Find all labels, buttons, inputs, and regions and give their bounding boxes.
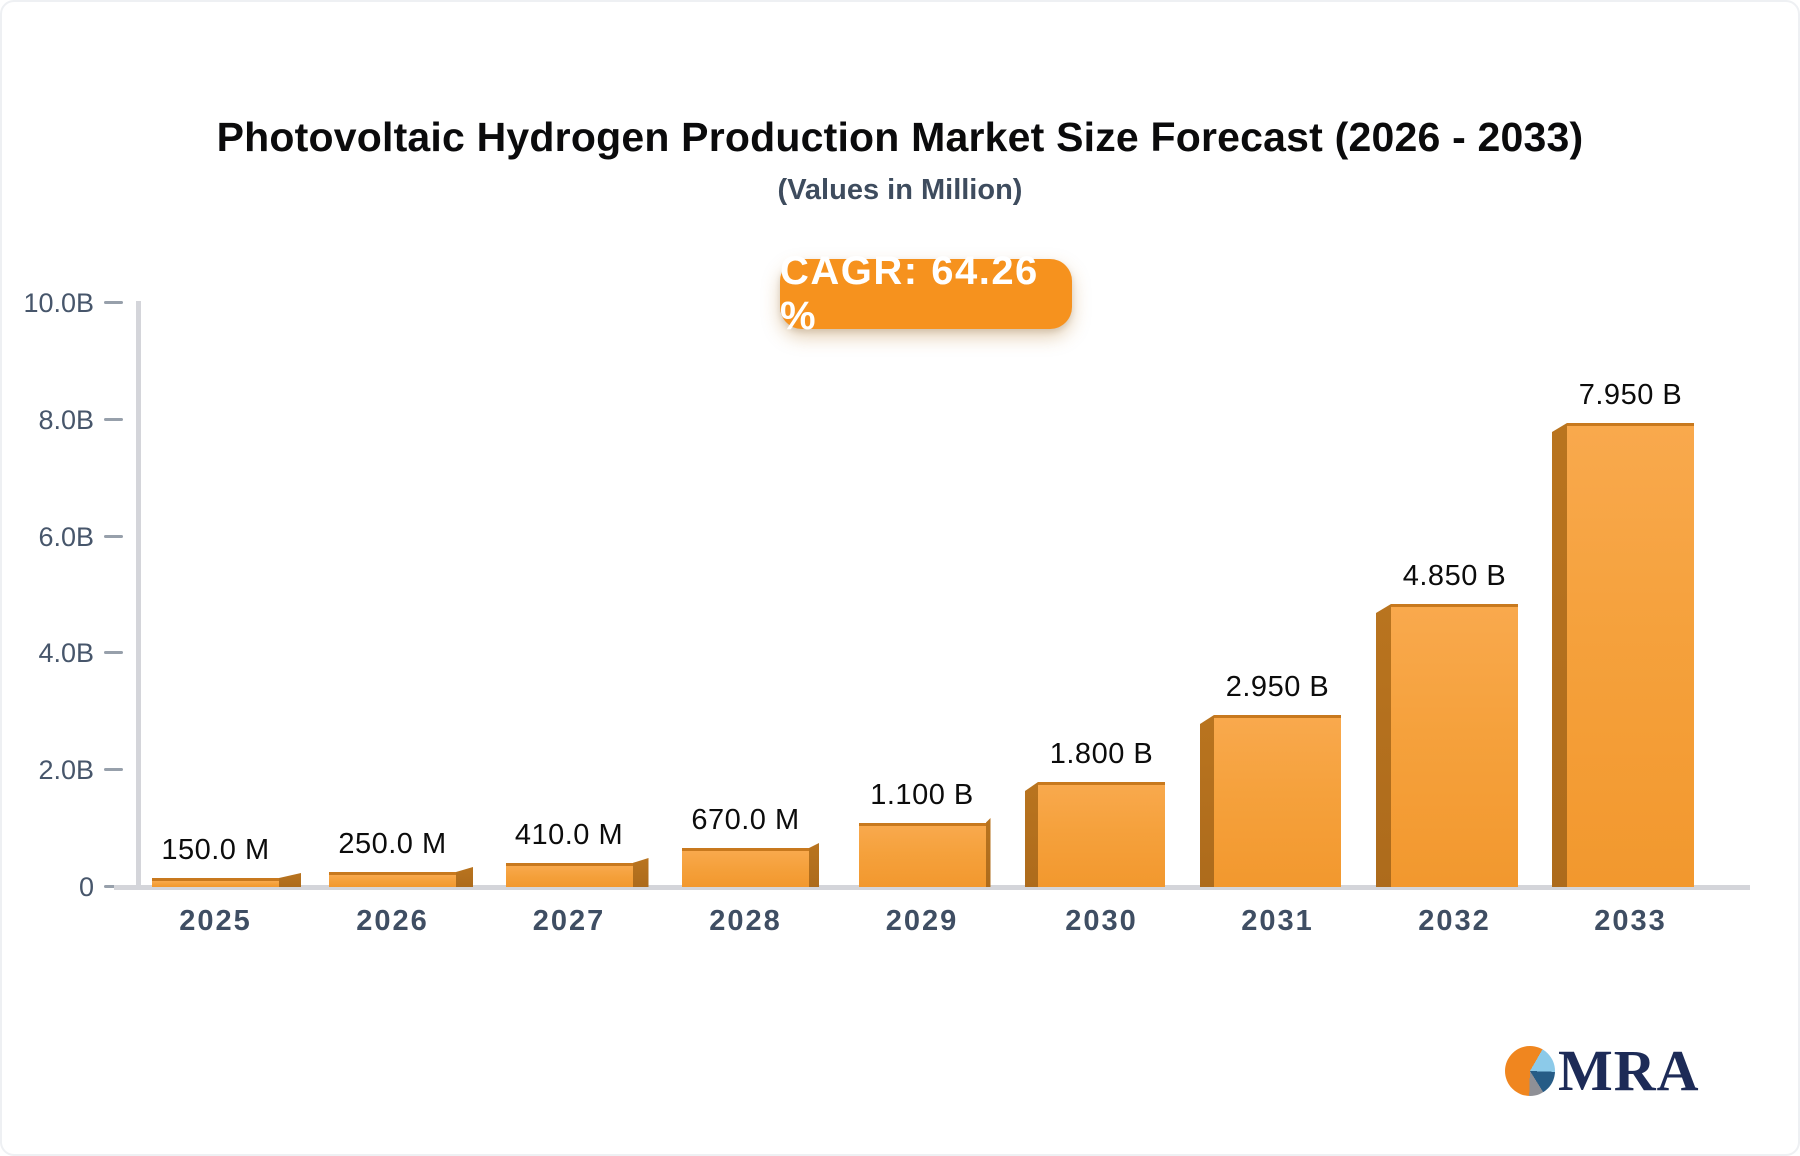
x-axis-label-2028: 2028 xyxy=(709,905,782,937)
bar-side-face-2025 xyxy=(279,873,301,887)
bar-side-face-2031 xyxy=(1200,715,1214,887)
x-axis-label-2025: 2025 xyxy=(179,905,252,937)
bar-value-label-2030: 1.800 B xyxy=(1049,738,1154,770)
bar-side-face-2032 xyxy=(1376,604,1391,887)
y-axis-tick-label: 10.0B xyxy=(23,288,94,318)
chart-canvas: Photovoltaic Hydrogen Production Market … xyxy=(0,0,1800,1156)
bar-value-label-2033: 7.950 B xyxy=(1578,379,1683,411)
y-axis-line xyxy=(136,301,141,890)
brand-logo: MRA xyxy=(1505,1042,1700,1100)
x-axis-label-2032: 2032 xyxy=(1418,905,1491,937)
bar-2030 xyxy=(1038,782,1165,887)
bar-value-label-2031: 2.950 B xyxy=(1225,671,1330,703)
y-axis-tick-mark xyxy=(104,301,123,304)
bar-2028 xyxy=(682,848,809,887)
bar-2025 xyxy=(152,878,279,887)
bar-side-face-2028 xyxy=(809,843,819,887)
bar-value-label-2032: 4.850 B xyxy=(1402,560,1507,592)
x-axis-label-2030: 2030 xyxy=(1065,905,1138,937)
x-axis-label-2026: 2026 xyxy=(356,905,429,937)
bar-2032 xyxy=(1391,604,1518,887)
chart-title: Photovoltaic Hydrogen Production Market … xyxy=(216,114,1584,160)
x-axis-label-2027: 2027 xyxy=(532,905,606,937)
bar-side-face-2030 xyxy=(1025,782,1038,887)
bar-side-face-2033 xyxy=(1552,423,1567,887)
bar-2031 xyxy=(1214,715,1341,887)
x-axis-label-2033: 2033 xyxy=(1594,905,1667,937)
bar-side-face-2027 xyxy=(632,858,649,887)
y-axis-tick-label: 4.0B xyxy=(38,638,94,669)
bar-2033 xyxy=(1567,423,1694,887)
y-axis-tick-label: 6.0B xyxy=(38,521,94,552)
y-axis-tick-label: 0 xyxy=(78,872,94,902)
y-axis-tick-label: 8.0B xyxy=(38,404,94,435)
y-axis-tick-label: 2.0B xyxy=(38,755,94,786)
brand-logo-text: MRA xyxy=(1558,1038,1700,1103)
bar-side-face-2026 xyxy=(456,867,473,887)
cagr-badge: CAGR: 64.26 % xyxy=(780,249,1072,338)
pie-chart-logo-icon xyxy=(1505,1046,1555,1096)
x-axis-label-2029: 2029 xyxy=(885,905,959,937)
bar-2027 xyxy=(505,863,633,887)
bar-2029 xyxy=(858,823,986,887)
x-axis-label-2031: 2031 xyxy=(1241,905,1314,937)
y-axis-tick-mark xyxy=(104,768,123,772)
bar-value-label-2029: 1.100 B xyxy=(870,779,974,811)
bar-side-face-2029 xyxy=(985,818,991,887)
y-axis-tick-mark xyxy=(104,417,123,421)
chart-subtitle: (Values in Million) xyxy=(777,174,1023,206)
bar-2026 xyxy=(329,872,456,887)
y-axis-tick-mark xyxy=(104,534,123,538)
y-axis-tick-mark xyxy=(104,651,123,655)
